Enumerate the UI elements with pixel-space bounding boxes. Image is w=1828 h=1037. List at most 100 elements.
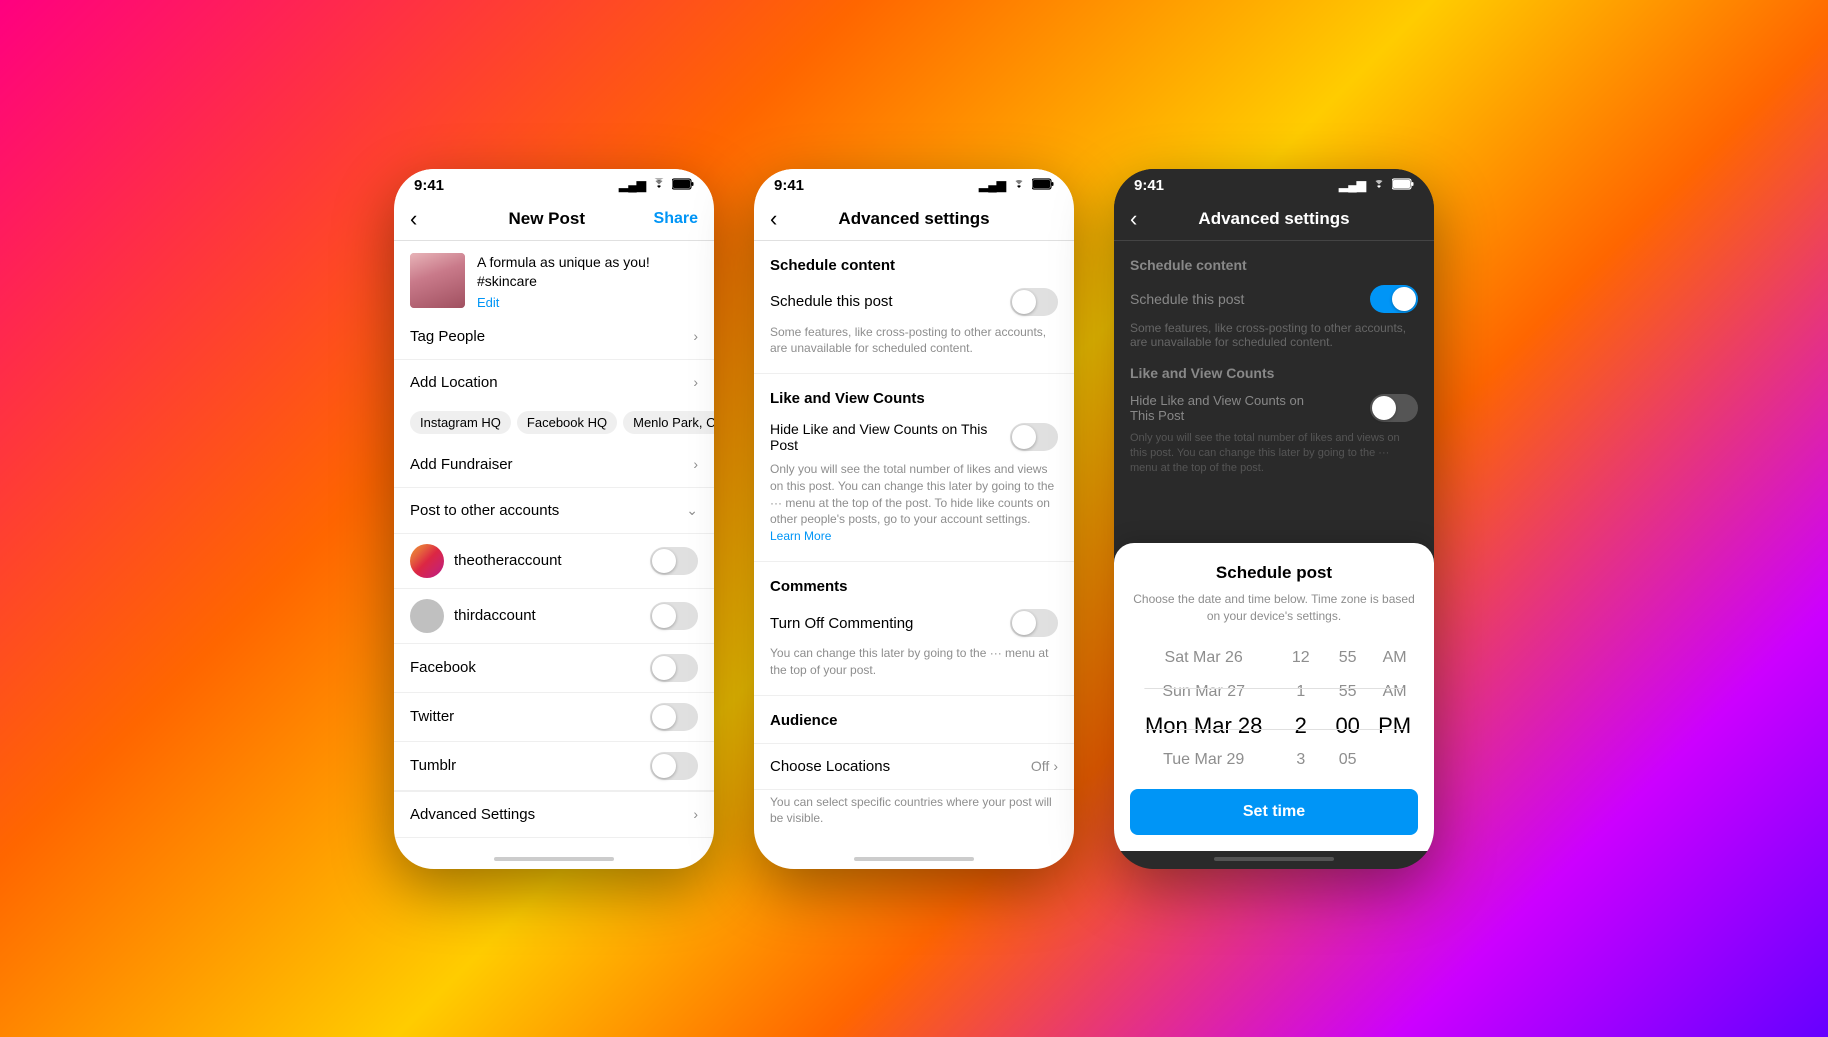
modal-title: Schedule post [1130, 563, 1418, 583]
comments-section: Comments Turn Off Commenting You can cha… [754, 562, 1074, 696]
nav-title-1: New Post [509, 209, 586, 229]
back-button-2[interactable]: ‹ [770, 206, 800, 232]
phone-3-like-row: Hide Like and View Counts on This Post [1130, 393, 1418, 423]
location-tag-1[interactable]: Facebook HQ [517, 411, 617, 434]
phone-3-schedule-toggle[interactable] [1370, 285, 1418, 313]
picker-am: AM [1371, 642, 1418, 674]
picker-min-1: 55 [1324, 642, 1371, 674]
facebook-label: Facebook [410, 659, 476, 676]
picker-ampm-spacer3 [1371, 778, 1418, 779]
status-time-3: 9:41 [1134, 177, 1164, 194]
tumblr-label: Tumblr [410, 757, 456, 774]
picker-min-4: 05 [1324, 744, 1371, 776]
account-toggle-0[interactable] [650, 547, 698, 575]
phone-3-schedule-label: Schedule this post [1130, 291, 1244, 307]
picker-date-0: Fri Mar 25 [1130, 639, 1277, 640]
add-location-item[interactable]: Add Location › [394, 360, 714, 405]
add-fundraiser-item[interactable]: Add Fundraiser › [394, 442, 714, 488]
account-row-0: theotheraccount [394, 534, 714, 589]
phone-3-like-toggle[interactable] [1370, 394, 1418, 422]
commenting-desc: You can change this later by going to th… [770, 645, 1058, 679]
twitter-toggle[interactable] [650, 703, 698, 731]
account-avatar-1 [410, 599, 444, 633]
turn-off-commenting-label: Turn Off Commenting [770, 615, 913, 632]
account-toggle-1[interactable] [650, 602, 698, 630]
advanced-settings-item[interactable]: Advanced Settings › [394, 791, 714, 838]
nav-title-3: Advanced settings [1198, 209, 1349, 229]
schedule-modal: Schedule post Choose the date and time b… [1114, 543, 1434, 851]
hide-like-counts-toggle[interactable] [1010, 423, 1058, 451]
tag-people-chevron: › [693, 328, 698, 344]
phone-1-content: A formula as unique as you!#skincare Edi… [394, 241, 714, 851]
picker-hour-0: 11 [1277, 639, 1324, 640]
share-button[interactable]: Share [654, 210, 698, 228]
back-button-3[interactable]: ‹ [1130, 206, 1160, 232]
phone-3-schedule-desc: Some features, like cross-posting to oth… [1130, 321, 1418, 349]
phone-3-schedule-row: Schedule this post [1130, 285, 1418, 313]
home-indicator-2 [854, 857, 974, 861]
schedule-toggle[interactable] [1010, 288, 1058, 316]
picker-ampm: AM AM PM [1371, 639, 1418, 779]
signal-icon-3: ▂▄▆ [1339, 178, 1366, 192]
edit-link[interactable]: Edit [477, 295, 650, 310]
status-time-1: 9:41 [414, 177, 444, 194]
picker-date-5: Wed Mar 30 [1130, 778, 1277, 779]
post-thumbnail [410, 253, 465, 308]
choose-locations-right: Off › [1031, 758, 1058, 774]
phone-2-content: Schedule content Schedule this post Some… [754, 241, 1074, 851]
hide-like-counts-label: Hide Like and View Counts on This Post [770, 421, 990, 453]
post-to-other-label: Post to other accounts [410, 502, 559, 519]
choose-locations-label: Choose Locations [770, 758, 890, 775]
schedule-title: Schedule content [770, 257, 1058, 274]
account-name-0: theotheraccount [454, 552, 562, 569]
account-row-1: thirdaccount [394, 589, 714, 644]
add-location-label: Add Location [410, 374, 498, 391]
set-time-button[interactable]: Set time [1130, 789, 1418, 835]
tumblr-toggle[interactable] [650, 752, 698, 780]
turn-off-commenting-row: Turn Off Commenting [770, 609, 1058, 637]
location-tag-2[interactable]: Menlo Park, Ca [623, 411, 714, 434]
picker-am-2: AM [1371, 676, 1418, 708]
wifi-icon-1 [651, 178, 667, 193]
schedule-this-post-row: Schedule this post [770, 288, 1058, 316]
picker-hour-2: 1 [1277, 676, 1324, 708]
location-tag-0[interactable]: Instagram HQ [410, 411, 511, 434]
back-button-1[interactable]: ‹ [410, 206, 440, 232]
status-icons-3: ▂▄▆ [1339, 178, 1414, 193]
tumblr-row: Tumblr [394, 742, 714, 791]
facebook-toggle[interactable] [650, 654, 698, 682]
tag-people-item[interactable]: Tag People › [394, 314, 714, 360]
picker-date-2: Sun Mar 27 [1130, 676, 1277, 708]
phone-3-schedule-title: Schedule content [1130, 257, 1418, 273]
status-icons-2: ▂▄▆ [979, 178, 1054, 193]
post-to-other-item[interactable]: Post to other accounts ⌄ [394, 488, 714, 534]
picker-minutes: 50 55 55 00 05 10 [1324, 639, 1371, 779]
status-time-2: 9:41 [774, 177, 804, 194]
audience-title: Audience [770, 712, 1058, 729]
account-left-0: theotheraccount [410, 544, 562, 578]
nav-bar-2: ‹ Advanced settings [754, 198, 1074, 241]
choose-locations-value: Off [1031, 758, 1049, 774]
facebook-row: Facebook [394, 644, 714, 693]
picker-ampm-spacer1 [1371, 639, 1418, 640]
post-to-other-chevron: ⌄ [686, 502, 698, 519]
add-fundraiser-chevron: › [693, 456, 698, 472]
add-fundraiser-label: Add Fundraiser [410, 456, 513, 473]
time-picker[interactable]: Fri Mar 25 Sat Mar 26 Sun Mar 27 Mon Mar… [1130, 639, 1418, 779]
modal-desc: Choose the date and time below. Time zon… [1130, 591, 1418, 625]
picker-hour-3: 2 [1277, 710, 1324, 742]
post-caption: A formula as unique as you!#skincare [477, 253, 650, 292]
home-indicator-3 [1214, 857, 1334, 861]
status-bar-2: 9:41 ▂▄▆ [754, 169, 1074, 198]
tag-people-label: Tag People [410, 328, 485, 345]
choose-locations-row[interactable]: Choose Locations Off › [754, 744, 1074, 790]
picker-min-3: 00 [1324, 710, 1371, 742]
picker-min-0: 50 [1324, 639, 1371, 640]
signal-icon-1: ▂▄▆ [619, 178, 646, 192]
commenting-toggle[interactable] [1010, 609, 1058, 637]
picker-min-2: 55 [1324, 676, 1371, 708]
advanced-settings-label: Advanced Settings [410, 806, 535, 823]
account-avatar-0 [410, 544, 444, 578]
battery-icon-3 [1392, 178, 1414, 193]
twitter-label: Twitter [410, 708, 454, 725]
